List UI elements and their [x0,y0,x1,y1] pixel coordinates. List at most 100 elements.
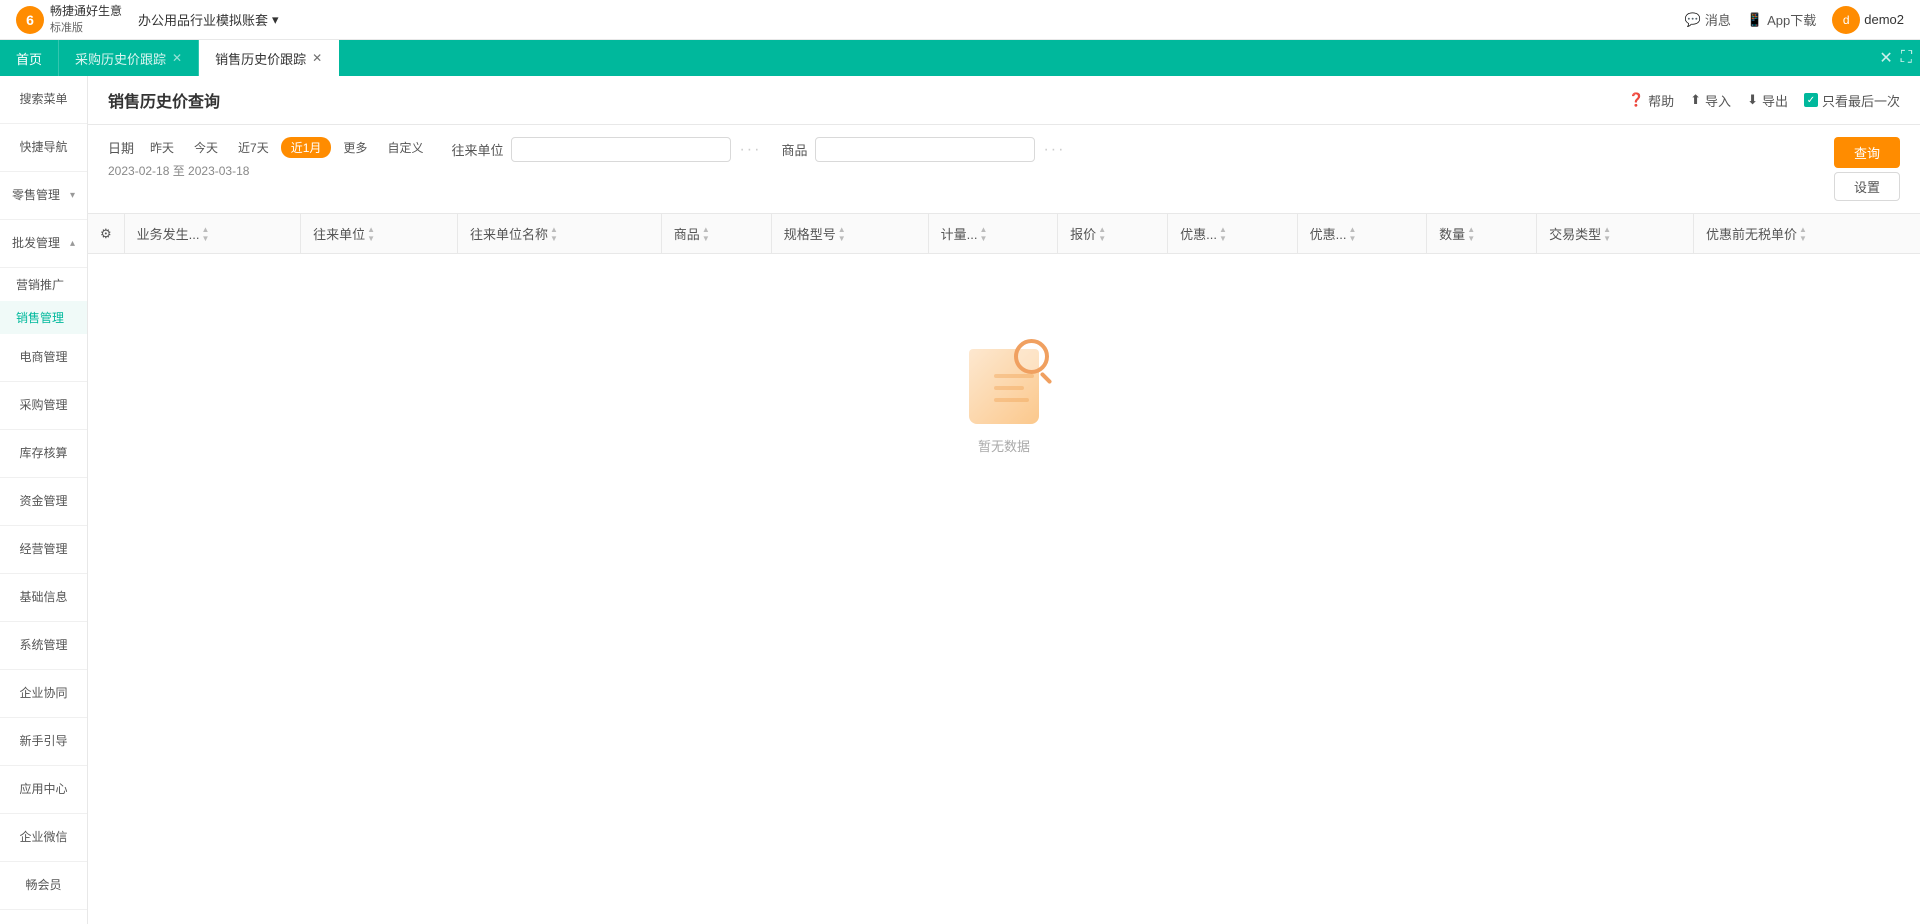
sidebar-ecommerce-label: 电商管理 [19,350,67,366]
partner-input[interactable] [511,137,731,162]
tab-close-window-icon[interactable]: ✕ [1879,48,1892,68]
goods-dots-icon[interactable]: ··· [1043,141,1065,159]
col-sort-price[interactable]: 报价 ▲▼ [1070,224,1155,243]
sort-arrows-trade-type: ▲▼ [1603,225,1611,243]
tab-sales-label: 销售历史价跟踪 [215,49,306,68]
col-sort-biz-date[interactable]: 业务发生... ▲▼ [137,224,288,243]
sort-arrows-spec: ▲▼ [838,225,846,243]
date-btn-1month[interactable]: 近1月 [281,137,332,158]
sidebar-item-member[interactable]: 畅会员 [0,862,87,910]
user-area[interactable]: d demo2 [1832,6,1904,34]
settings-button[interactable]: 设置 [1834,172,1900,201]
tab-maximize-icon[interactable]: ⛶ [1901,49,1912,67]
col-partner-name: 往来单位名称 ▲▼ [457,214,661,254]
message-btn[interactable]: 💬 消息 [1685,10,1731,29]
tab-sales-history[interactable]: 销售历史价跟踪 ✕ [199,40,339,76]
col-sort-discount2[interactable]: 优惠... ▲▼ [1310,224,1415,243]
sidebar: 搜索菜单 快捷导航 零售管理 ▾ 批发管理 ▴ 营销推广 销售管理 电商管理 [0,76,88,924]
partner-label: 往来单位 [451,140,503,159]
date-btn-7days[interactable]: 近7天 [230,137,277,158]
tab-sales-close-icon[interactable]: ✕ [312,51,322,65]
tab-home[interactable]: 首页 [0,40,59,76]
partner-dots-icon[interactable]: ··· [739,141,761,159]
sidebar-item-operations[interactable]: 经营管理 [0,526,87,574]
empty-state: 暂无数据 [88,254,1920,535]
sidebar-item-finance[interactable]: 资金管理 [0,478,87,526]
sidebar-item-new-guide[interactable]: 新手引导 [0,718,87,766]
sidebar-item-inventory[interactable]: 库存核算 [0,430,87,478]
import-icon: ⬆ [1690,92,1701,108]
col-sort-trade-type[interactable]: 交易类型 ▲▼ [1549,224,1681,243]
header-right: 💬 消息 📱 App下载 d demo2 [1685,6,1904,34]
sidebar-item-enterprise-wechat[interactable]: 企业微信 [0,814,87,862]
col-sort-partner-name[interactable]: 往来单位名称 ▲▼ [470,224,649,243]
sidebar-item-basic-info[interactable]: 基础信息 [0,574,87,622]
sort-arrows-discount2: ▲▼ [1349,225,1357,243]
sidebar-item-wholesale-mgmt[interactable]: 批发管理 ▴ [0,220,87,268]
logo-area: 6 畅捷通好生意 标准版 [16,4,122,36]
tab-home-label: 首页 [16,49,42,68]
help-btn[interactable]: ❓ 帮助 [1628,91,1674,110]
sidebar-item-purchase[interactable]: 采购管理 [0,382,87,430]
logo-sub: 标准版 [50,19,122,35]
date-label: 日期 [108,138,134,157]
sidebar-item-app-center[interactable]: 应用中心 [0,766,87,814]
workspace-selector[interactable]: 办公用品行业模拟账套 ▾ [130,6,287,33]
only-last-label: 只看最后一次 [1822,91,1900,110]
col-sort-unit[interactable]: 计量... ▲▼ [941,224,1046,243]
sidebar-item-quick-nav[interactable]: 快捷导航 [0,124,87,172]
table-container: ⚙ 业务发生... ▲▼ 往来 [88,214,1920,924]
date-range-text: 2023-02-18 至 2023-03-18 [108,162,431,179]
export-label: 导出 [1762,91,1788,110]
tab-purchase-history[interactable]: 采购历史价跟踪 ✕ [59,40,199,76]
col-sort-quantity[interactable]: 数量 ▲▼ [1439,224,1524,243]
top-header: 6 畅捷通好生意 标准版 办公用品行业模拟账套 ▾ 💬 消息 📱 App下载 [0,0,1920,40]
col-sort-discount1[interactable]: 优惠... ▲▼ [1180,224,1285,243]
date-btn-custom[interactable]: 自定义 [379,137,431,158]
export-btn[interactable]: ⬇ 导出 [1747,91,1788,110]
filter-partner-group: 往来单位 ··· [451,137,761,162]
sidebar-item-enterprise-coop[interactable]: 企业协同 [0,670,87,718]
search-button[interactable]: 查询 [1834,137,1900,168]
settings-gear-icon[interactable]: ⚙ [100,226,112,241]
sidebar-item-system[interactable]: 系统管理 [0,622,87,670]
sidebar-app-center-label: 应用中心 [19,782,67,798]
col-sort-pre-tax-price[interactable]: 优惠前无税单价 ▲▼ [1706,224,1908,243]
date-btn-more[interactable]: 更多 [335,137,375,158]
sidebar-item-marketing[interactable]: 营销推广 [0,268,87,301]
app-label: App下载 [1767,10,1816,29]
sidebar-item-search-menu[interactable]: 搜索菜单 [0,76,87,124]
tab-purchase-close-icon[interactable]: ✕ [172,51,182,65]
app-download-btn[interactable]: 📱 App下载 [1747,10,1816,29]
goods-input[interactable] [815,137,1035,162]
date-btn-today[interactable]: 今天 [186,137,226,158]
tab-purchase-label: 采购历史价跟踪 [75,49,166,68]
illus-line2 [994,386,1024,390]
only-last-checkbox[interactable] [1804,93,1818,107]
col-sort-goods[interactable]: 商品 ▲▼ [674,224,759,243]
content-area: 销售历史价查询 ❓ 帮助 ⬆ 导入 ⬇ 导出 [88,76,1920,924]
col-unit: 计量... ▲▼ [928,214,1058,254]
logo-text-wrap: 畅捷通好生意 标准版 [50,4,122,36]
col-sort-partner-code[interactable]: 往来单位 ▲▼ [313,224,445,243]
sidebar-item-retail-mgmt[interactable]: 零售管理 ▾ [0,172,87,220]
main-layout: 搜索菜单 快捷导航 零售管理 ▾ 批发管理 ▴ 营销推广 销售管理 电商管理 [0,76,1920,924]
sidebar-item-ecommerce[interactable]: 电商管理 [0,334,87,382]
filter-bar: 日期 昨天 今天 近7天 近1月 更多 自定义 2023-02-18 至 202… [88,125,1920,214]
date-btn-yesterday[interactable]: 昨天 [142,137,182,158]
sidebar-finance-label: 资金管理 [19,494,67,510]
sort-arrows-quantity: ▲▼ [1467,225,1475,243]
workspace-label: 办公用品行业模拟账套 [138,10,268,29]
tab-bar-actions: ✕ ⛶ [1879,48,1920,68]
col-price: 报价 ▲▼ [1058,214,1168,254]
sidebar-quick-nav-label: 快捷导航 [19,140,67,156]
tab-bar: 首页 采购历史价跟踪 ✕ 销售历史价跟踪 ✕ ✕ ⛶ [0,40,1920,76]
col-sort-spec[interactable]: 规格型号 ▲▼ [784,224,916,243]
sidebar-inventory-label: 库存核算 [19,446,67,462]
workspace-chevron-icon: ▾ [272,12,279,28]
sidebar-system-label: 系统管理 [19,638,67,654]
filter-date-buttons: 日期 昨天 今天 近7天 近1月 更多 自定义 [108,137,431,158]
import-btn[interactable]: ⬆ 导入 [1690,91,1731,110]
sidebar-item-sales-mgmt[interactable]: 销售管理 [0,301,87,334]
only-last-wrap[interactable]: 只看最后一次 [1804,91,1900,110]
